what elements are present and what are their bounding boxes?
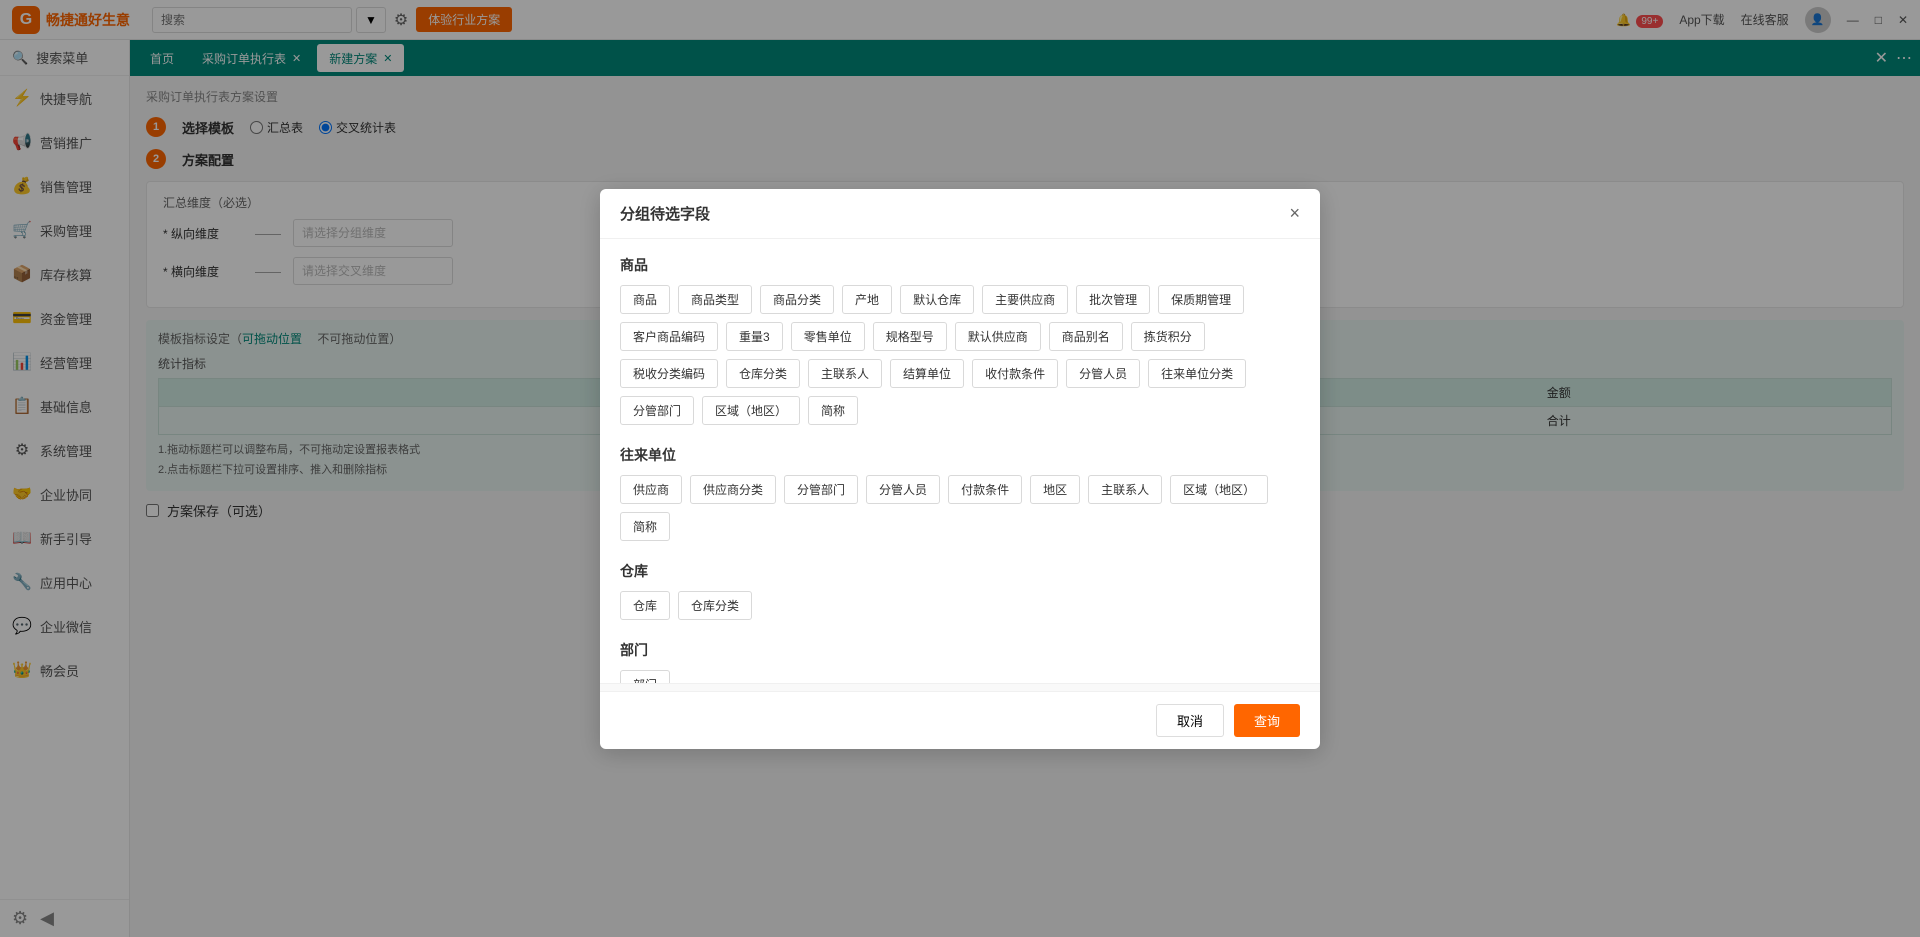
field-group-dept: 部门 部门 — [620, 640, 1300, 683]
field-tag-tax-code[interactable]: 税收分类编码 — [620, 359, 718, 388]
field-tag-warehouse-category[interactable]: 仓库分类 — [726, 359, 800, 388]
field-tag-goods-alias[interactable]: 商品别名 — [1049, 322, 1123, 351]
field-group-partner-title: 往来单位 — [620, 445, 1300, 465]
field-tag-dept-partner[interactable]: 分管部门 — [784, 475, 858, 504]
field-tag-goods-category[interactable]: 商品分类 — [760, 285, 834, 314]
field-tag-main-supplier[interactable]: 主要供应商 — [982, 285, 1068, 314]
modal-footer: 取消 查询 — [600, 691, 1320, 749]
confirm-button[interactable]: 查询 — [1234, 704, 1300, 737]
field-group-dept-title: 部门 — [620, 640, 1300, 660]
field-tag-goods-type[interactable]: 商品类型 — [678, 285, 752, 314]
field-tags-goods: 商品 商品类型 商品分类 产地 默认仓库 主要供应商 批次管理 保质期管理 客户… — [620, 285, 1300, 425]
modal-close-button[interactable]: × — [1289, 203, 1300, 224]
modal-body[interactable]: 商品 商品 商品类型 商品分类 产地 默认仓库 主要供应商 批次管理 保质期管理… — [600, 239, 1320, 683]
field-tag-picking-points[interactable]: 拣货积分 — [1131, 322, 1205, 351]
modal-title: 分组待选字段 — [620, 203, 710, 224]
field-tag-short-name-partner[interactable]: 简称 — [620, 512, 670, 541]
field-tag-warehouse-cat[interactable]: 仓库分类 — [678, 591, 752, 620]
field-tag-origin[interactable]: 产地 — [842, 285, 892, 314]
modal: 分组待选字段 × 商品 商品 商品类型 商品分类 产地 默认仓库 主要供应商 批… — [600, 189, 1320, 749]
field-tags-dept: 部门 — [620, 670, 1300, 683]
cancel-button[interactable]: 取消 — [1156, 704, 1224, 737]
modal-horizontal-scrollbar[interactable] — [600, 683, 1320, 691]
field-tag-goods[interactable]: 商品 — [620, 285, 670, 314]
field-tag-short-name-goods[interactable]: 简称 — [808, 396, 858, 425]
field-group-goods-title: 商品 — [620, 255, 1300, 275]
field-tag-payment-terms[interactable]: 收付款条件 — [972, 359, 1058, 388]
field-tag-main-contact[interactable]: 主联系人 — [808, 359, 882, 388]
field-tag-settlement-unit[interactable]: 结算单位 — [890, 359, 964, 388]
field-tag-main-contact-partner[interactable]: 主联系人 — [1088, 475, 1162, 504]
field-tag-region-partner[interactable]: 地区 — [1030, 475, 1080, 504]
field-group-goods: 商品 商品 商品类型 商品分类 产地 默认仓库 主要供应商 批次管理 保质期管理… — [620, 255, 1300, 425]
field-tag-retail-unit[interactable]: 零售单位 — [791, 322, 865, 351]
field-tag-region-goods[interactable]: 区域（地区） — [702, 396, 800, 425]
field-tag-default-supplier[interactable]: 默认供应商 — [955, 322, 1041, 351]
field-group-warehouse: 仓库 仓库 仓库分类 — [620, 561, 1300, 620]
field-tag-spec-model[interactable]: 规格型号 — [873, 322, 947, 351]
field-tag-partner-category[interactable]: 往来单位分类 — [1148, 359, 1246, 388]
field-group-warehouse-title: 仓库 — [620, 561, 1300, 581]
field-tag-region-area-partner[interactable]: 区域（地区） — [1170, 475, 1268, 504]
field-tags-warehouse: 仓库 仓库分类 — [620, 591, 1300, 620]
field-tag-weight3[interactable]: 重量3 — [726, 322, 783, 351]
field-group-partner: 往来单位 供应商 供应商分类 分管部门 分管人员 付款条件 地区 主联系人 区域… — [620, 445, 1300, 541]
field-tag-batch-mgmt[interactable]: 批次管理 — [1076, 285, 1150, 314]
field-tag-warehouse[interactable]: 仓库 — [620, 591, 670, 620]
modal-header: 分组待选字段 × — [600, 189, 1320, 239]
field-tag-supervisor[interactable]: 分管人员 — [1066, 359, 1140, 388]
field-tag-supplier-category[interactable]: 供应商分类 — [690, 475, 776, 504]
field-tag-supervisor-partner[interactable]: 分管人员 — [866, 475, 940, 504]
field-tag-payment-condition[interactable]: 付款条件 — [948, 475, 1022, 504]
field-tag-expiry-mgmt[interactable]: 保质期管理 — [1158, 285, 1244, 314]
field-tag-supplier[interactable]: 供应商 — [620, 475, 682, 504]
field-tags-partner: 供应商 供应商分类 分管部门 分管人员 付款条件 地区 主联系人 区域（地区） … — [620, 475, 1300, 541]
field-tag-dept-in-charge[interactable]: 分管部门 — [620, 396, 694, 425]
field-tag-customer-code[interactable]: 客户商品编码 — [620, 322, 718, 351]
field-tag-dept[interactable]: 部门 — [620, 670, 670, 683]
field-tag-default-warehouse[interactable]: 默认仓库 — [900, 285, 974, 314]
